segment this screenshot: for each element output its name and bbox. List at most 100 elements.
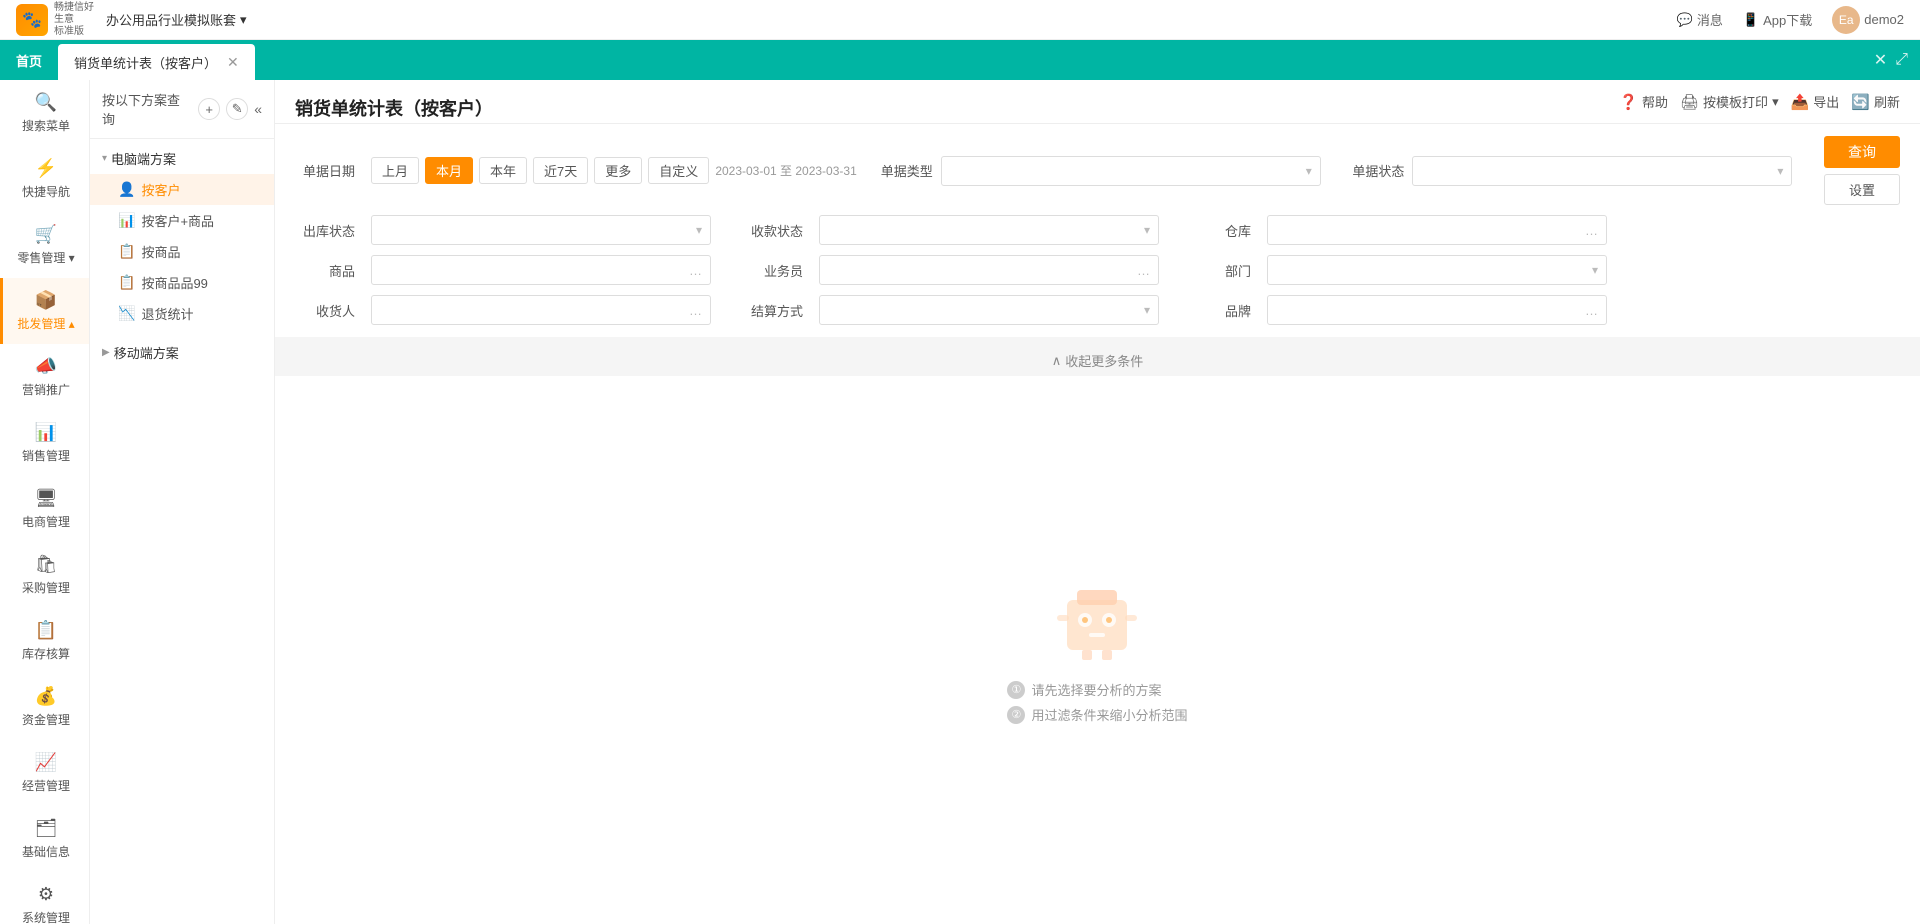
date-more-btn[interactable]: 更多: [594, 157, 642, 184]
sidebar-item-operations[interactable]: 📈 经营管理: [0, 740, 89, 806]
ecommerce-mgmt-icon: 🖥: [35, 488, 58, 509]
tab-restore-button[interactable]: ⤢: [1895, 51, 1908, 69]
template-print-button[interactable]: 🖨 按模板打印 ▾: [1680, 92, 1779, 111]
brand-label: 品牌: [1191, 301, 1251, 320]
empty-illustration: [1047, 570, 1147, 670]
sidebar-item-ecommerce-mgmt[interactable]: 🖥 电商管理: [0, 476, 89, 542]
brand-more-icon[interactable]: …: [1585, 303, 1598, 318]
empty-tip-text-1: 请先选择要分析的方案: [1031, 680, 1161, 699]
scheme-group-mobile-header[interactable]: ▶ 移动端方案: [90, 337, 274, 368]
sidebar-item-inventory-label: 库存核算: [22, 645, 70, 662]
tab-close-all-button[interactable]: ✕: [1874, 50, 1887, 70]
user-area[interactable]: Ea demo2: [1832, 6, 1904, 34]
dept-select[interactable]: ▾: [1267, 255, 1607, 285]
export-button[interactable]: 📤 导出: [1791, 92, 1840, 111]
message-button[interactable]: 💬 消息: [1677, 10, 1723, 29]
scheme-group-desktop-header[interactable]: ▾ 电脑端方案: [90, 143, 274, 174]
filter-area: 单据日期 上月 本月 本年 近7天 更多 自定义 2023-03-01 至 20…: [275, 124, 1920, 337]
dept-arrow-icon: ▾: [1592, 263, 1598, 277]
tab-sales-stat[interactable]: 销货单统计表（按客户） ✕: [58, 44, 255, 80]
settle-arrow-icon: ▾: [1144, 303, 1150, 317]
warehouse-label: 仓库: [1191, 221, 1251, 240]
filter-row-2: 出库状态 ▾ 收款状态 ▾ 仓库 …: [295, 215, 1900, 245]
tab-close-icon[interactable]: ✕: [227, 54, 239, 71]
date-last-month-btn[interactable]: 上月: [371, 157, 419, 184]
empty-tips: ① 请先选择要分析的方案 ② 用过滤条件来缩小分析范围: [1007, 680, 1187, 730]
scheme-group-desktop-arrow: ▾: [102, 153, 107, 164]
help-label: 帮助: [1642, 92, 1668, 111]
logo-icon: 🐾: [16, 4, 48, 36]
sidebar-item-finance[interactable]: 💰 资金管理: [0, 674, 89, 740]
warehouse-select[interactable]: …: [1267, 215, 1607, 245]
page-header-actions: ❓ 帮助 🖨 按模板打印 ▾ 📤 导出 🔄: [1619, 92, 1900, 123]
sidebar-item-inventory[interactable]: 📋 库存核算: [0, 608, 89, 674]
refresh-button[interactable]: 🔄 刷新: [1851, 92, 1900, 111]
staff-more-icon[interactable]: …: [1137, 263, 1150, 278]
template-print-label: 按模板打印: [1703, 92, 1768, 111]
query-actions: 查询 设置: [1824, 136, 1900, 205]
goods-select[interactable]: …: [371, 255, 711, 285]
date-custom-btn[interactable]: 自定义: [648, 157, 709, 184]
date-last7-btn[interactable]: 近7天: [533, 157, 588, 184]
scheme-panel-title: 按以下方案查询: [102, 90, 192, 128]
quick-nav-icon: ⚡: [35, 158, 57, 179]
tab-home[interactable]: 首页: [0, 40, 58, 80]
pay-status-label: 收款状态: [743, 221, 803, 240]
empty-tip-2: ② 用过滤条件来缩小分析范围: [1007, 705, 1187, 724]
scheme-edit-button[interactable]: ✎: [226, 98, 248, 120]
sidebar-item-system-mgmt-label: 系统管理: [22, 909, 70, 924]
sidebar-item-system-mgmt[interactable]: ⚙ 系统管理: [0, 872, 89, 924]
sidebar-item-retail-mgmt[interactable]: 🛒 零售管理 ▾: [0, 212, 89, 278]
doc-status-arrow-icon: ▾: [1777, 164, 1783, 178]
collapse-up-icon: ∧: [1052, 353, 1062, 369]
doc-type-arrow-icon: ▾: [1306, 164, 1312, 178]
sidebar: 🔍 搜索菜单 ⚡ 快捷导航 🛒 零售管理 ▾ 📦 批发管理 ▴ 📣 营销推广 📊: [0, 80, 90, 924]
sidebar-item-sales-mgmt[interactable]: 📊 销售管理: [0, 410, 89, 476]
empty-tip-text-2: 用过滤条件来缩小分析范围: [1031, 705, 1187, 724]
date-label: 单据日期: [295, 161, 355, 180]
doc-status-select[interactable]: ▾: [1412, 156, 1792, 186]
scheme-collapse-button[interactable]: «: [254, 101, 262, 117]
staff-select[interactable]: …: [819, 255, 1159, 285]
refresh-label: 刷新: [1874, 92, 1900, 111]
scheme-item-by-customer[interactable]: 👤 按客户: [90, 174, 274, 205]
brand-select[interactable]: …: [1267, 295, 1607, 325]
settle-select[interactable]: ▾: [819, 295, 1159, 325]
breadcrumb-selector[interactable]: 办公用品行业模拟账套 ▾: [106, 10, 247, 29]
scheme-item-by-goods-99[interactable]: 📋 按商品品99: [90, 267, 274, 298]
scheme-item-return-stat[interactable]: 📉 退货统计: [90, 298, 274, 329]
pay-status-arrow-icon: ▾: [1144, 223, 1150, 237]
pay-status-select[interactable]: ▾: [819, 215, 1159, 245]
scheme-item-customer-goods[interactable]: 📊 按客户+商品: [90, 205, 274, 236]
sidebar-item-base-info[interactable]: 🗂 基础信息: [0, 806, 89, 872]
system-mgmt-icon: ⚙: [38, 884, 54, 905]
sidebar-item-purchase-mgmt[interactable]: 🛍 采购管理: [0, 542, 89, 608]
logo-text: 畅捷信好生意 标准版: [54, 2, 96, 38]
sidebar-item-ecommerce-mgmt-label: 电商管理: [22, 513, 70, 530]
sidebar-item-quick-nav[interactable]: ⚡ 快捷导航: [0, 146, 89, 212]
date-this-year-btn[interactable]: 本年: [479, 157, 527, 184]
query-button[interactable]: 查询: [1824, 136, 1900, 168]
recipient-select[interactable]: …: [371, 295, 711, 325]
date-range-text: 2023-03-01 至 2023-03-31: [715, 162, 856, 179]
app-download-button[interactable]: 📱 App下载: [1743, 10, 1812, 29]
help-button[interactable]: ❓ 帮助: [1619, 92, 1668, 111]
page-title: 销货单统计表（按客户）: [295, 95, 493, 121]
doc-type-select[interactable]: ▾: [941, 156, 1321, 186]
sidebar-item-marketing[interactable]: 📣 营销推广: [0, 344, 89, 410]
out-status-select[interactable]: ▾: [371, 215, 711, 245]
scheme-item-by-goods[interactable]: 📋 按商品: [90, 236, 274, 267]
sidebar-item-sales-mgmt-label: 销售管理: [22, 447, 70, 464]
settings-button[interactable]: 设置: [1824, 174, 1900, 205]
warehouse-more-icon[interactable]: …: [1585, 223, 1598, 238]
date-this-month-btn[interactable]: 本月: [425, 157, 473, 184]
collapse-bar[interactable]: ∧ 收起更多条件: [275, 345, 1920, 376]
sidebar-item-wholesale-mgmt[interactable]: 📦 批发管理 ▴: [0, 278, 89, 344]
customer-goods-icon: 📊: [118, 212, 135, 229]
scheme-add-button[interactable]: +: [198, 98, 220, 120]
recipient-more-icon[interactable]: …: [689, 303, 702, 318]
wholesale-mgmt-icon: 📦: [35, 290, 57, 311]
sidebar-item-search-menu[interactable]: 🔍 搜索菜单: [0, 80, 89, 146]
goods-more-icon[interactable]: …: [689, 263, 702, 278]
scheme-item-return-stat-label: 退货统计: [141, 304, 193, 323]
